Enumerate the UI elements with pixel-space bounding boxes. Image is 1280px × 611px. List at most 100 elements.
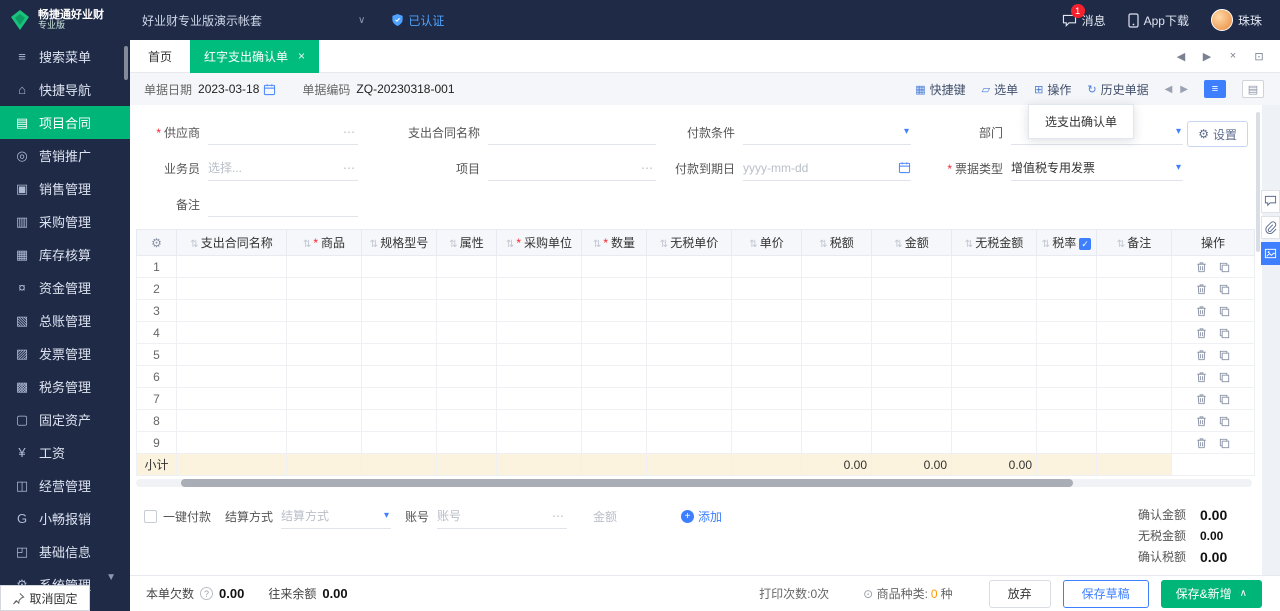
- account-input[interactable]: 账号 ⋯: [437, 503, 568, 529]
- sidebar-item-marketing[interactable]: ◎ 营销推广: [0, 139, 130, 172]
- delete-row-icon[interactable]: [1195, 393, 1208, 406]
- table-cell[interactable]: [871, 365, 952, 388]
- table-cell[interactable]: [436, 343, 497, 366]
- table-cell[interactable]: [731, 321, 802, 344]
- table-cell[interactable]: [646, 255, 732, 278]
- table-cell[interactable]: [801, 277, 872, 300]
- table-cell[interactable]: [1096, 299, 1172, 322]
- contract-name-input[interactable]: [488, 119, 656, 145]
- tab-home[interactable]: 首页: [130, 48, 190, 65]
- history-docs-button[interactable]: ↻ 历史单据: [1087, 81, 1148, 98]
- table-cell[interactable]: [286, 387, 362, 410]
- column-header[interactable]: ⇅ * 采购单位: [496, 229, 582, 256]
- app-download-button[interactable]: App下载: [1128, 12, 1189, 29]
- copy-row-icon[interactable]: [1218, 327, 1231, 340]
- table-cell[interactable]: [581, 365, 647, 388]
- table-cell[interactable]: [361, 343, 437, 366]
- table-cell[interactable]: [871, 387, 952, 410]
- table-cell[interactable]: [581, 299, 647, 322]
- table-cell[interactable]: [801, 409, 872, 432]
- table-cell[interactable]: [1036, 277, 1097, 300]
- sidebar-item-nav[interactable]: ⌂ 快捷导航: [0, 73, 130, 106]
- add-payment-button[interactable]: + 添加: [681, 508, 722, 525]
- sidebar-item-sales[interactable]: ▣ 销售管理: [0, 172, 130, 205]
- delete-row-icon[interactable]: [1195, 437, 1208, 450]
- table-cell[interactable]: [731, 431, 802, 454]
- table-cell[interactable]: [496, 365, 582, 388]
- table-cell[interactable]: [286, 277, 362, 300]
- table-cell[interactable]: [176, 431, 287, 454]
- table-cell[interactable]: [731, 255, 802, 278]
- sidebar-item-operation[interactable]: ◫ 经营管理: [0, 469, 130, 502]
- doc-date-value[interactable]: 2023-03-18: [198, 82, 259, 96]
- column-header[interactable]: ⇅ 规格型号: [361, 229, 437, 256]
- table-cell[interactable]: [436, 409, 497, 432]
- table-cell[interactable]: [496, 255, 582, 278]
- table-cell[interactable]: [361, 255, 437, 278]
- table-cell[interactable]: [581, 387, 647, 410]
- sidebar-item-salary[interactable]: ¥ 工资: [0, 436, 130, 469]
- table-cell[interactable]: [176, 255, 287, 278]
- table-cell[interactable]: [361, 365, 437, 388]
- sidebar-item-invoice[interactable]: ▨ 发票管理: [0, 337, 130, 370]
- table-cell[interactable]: [731, 299, 802, 322]
- table-cell[interactable]: [1036, 255, 1097, 278]
- sort-icon[interactable]: ⇅: [660, 239, 668, 250]
- table-cell[interactable]: [871, 409, 952, 432]
- sort-icon[interactable]: ⇅: [449, 239, 457, 250]
- column-header[interactable]: ⇅ * 数量: [581, 229, 647, 256]
- table-cell[interactable]: [496, 299, 582, 322]
- supplier-input[interactable]: ⋯: [208, 119, 358, 145]
- table-cell[interactable]: [496, 343, 582, 366]
- chat-tool-button[interactable]: [1261, 190, 1280, 213]
- amount-input[interactable]: 金额: [593, 503, 663, 529]
- delete-row-icon[interactable]: [1195, 283, 1208, 296]
- table-cell[interactable]: [1036, 431, 1097, 454]
- table-cell[interactable]: [801, 255, 872, 278]
- view-toggle-list-icon[interactable]: ≡: [1204, 80, 1226, 98]
- table-cell[interactable]: [951, 255, 1037, 278]
- table-cell[interactable]: [1096, 431, 1172, 454]
- tab-red-expense-confirmation[interactable]: 红字支出确认单 ×: [190, 39, 320, 73]
- save-and-new-button[interactable]: 保存&新增 ∧: [1160, 579, 1262, 608]
- due-date-input[interactable]: yyyy-mm-dd: [743, 155, 911, 181]
- table-cell[interactable]: [801, 365, 872, 388]
- sidebar-item-ledger[interactable]: ▧ 总账管理: [0, 304, 130, 337]
- table-cell[interactable]: [646, 365, 732, 388]
- view-toggle-detail-icon[interactable]: ▤: [1242, 80, 1264, 98]
- table-cell[interactable]: [361, 387, 437, 410]
- table-cell[interactable]: [176, 343, 287, 366]
- one-click-pay-checkbox[interactable]: [144, 509, 157, 523]
- table-cell[interactable]: [1096, 365, 1172, 388]
- sort-icon[interactable]: ⇅: [965, 239, 973, 250]
- delete-row-icon[interactable]: [1195, 371, 1208, 384]
- copy-row-icon[interactable]: [1218, 371, 1231, 384]
- table-cell[interactable]: [436, 387, 497, 410]
- table-cell[interactable]: [951, 409, 1037, 432]
- copy-row-icon[interactable]: [1218, 261, 1231, 274]
- table-cell[interactable]: [361, 277, 437, 300]
- prev-doc-icon[interactable]: ◀: [1165, 84, 1173, 95]
- column-header[interactable]: ⇅ 无税金额: [951, 229, 1037, 256]
- copy-row-icon[interactable]: [1218, 437, 1231, 450]
- settings-button[interactable]: ⚙ 设置: [1187, 121, 1248, 147]
- sort-icon[interactable]: ⇅: [894, 239, 902, 250]
- copy-row-icon[interactable]: [1218, 283, 1231, 296]
- table-cell[interactable]: [176, 387, 287, 410]
- verified-badge[interactable]: 已认证: [391, 12, 444, 29]
- sidebar-item-basic[interactable]: ◰ 基础信息: [0, 535, 130, 568]
- table-cell[interactable]: [581, 431, 647, 454]
- table-cell[interactable]: [286, 343, 362, 366]
- table-cell[interactable]: [801, 387, 872, 410]
- table-cell[interactable]: [871, 299, 952, 322]
- table-cell[interactable]: [1096, 277, 1172, 300]
- sidebar-item-purchase[interactable]: ▥ 采购管理: [0, 205, 130, 238]
- table-cell[interactable]: [871, 343, 952, 366]
- table-cell[interactable]: [731, 343, 802, 366]
- account-set-dropdown[interactable]: 好业财专业版演示帐套 ∨: [142, 12, 365, 29]
- user-menu[interactable]: 珠珠: [1210, 9, 1262, 31]
- table-cell[interactable]: [1036, 365, 1097, 388]
- calendar-icon[interactable]: [263, 83, 276, 96]
- sidebar-scrollbar[interactable]: [124, 46, 128, 80]
- table-cell[interactable]: [951, 321, 1037, 344]
